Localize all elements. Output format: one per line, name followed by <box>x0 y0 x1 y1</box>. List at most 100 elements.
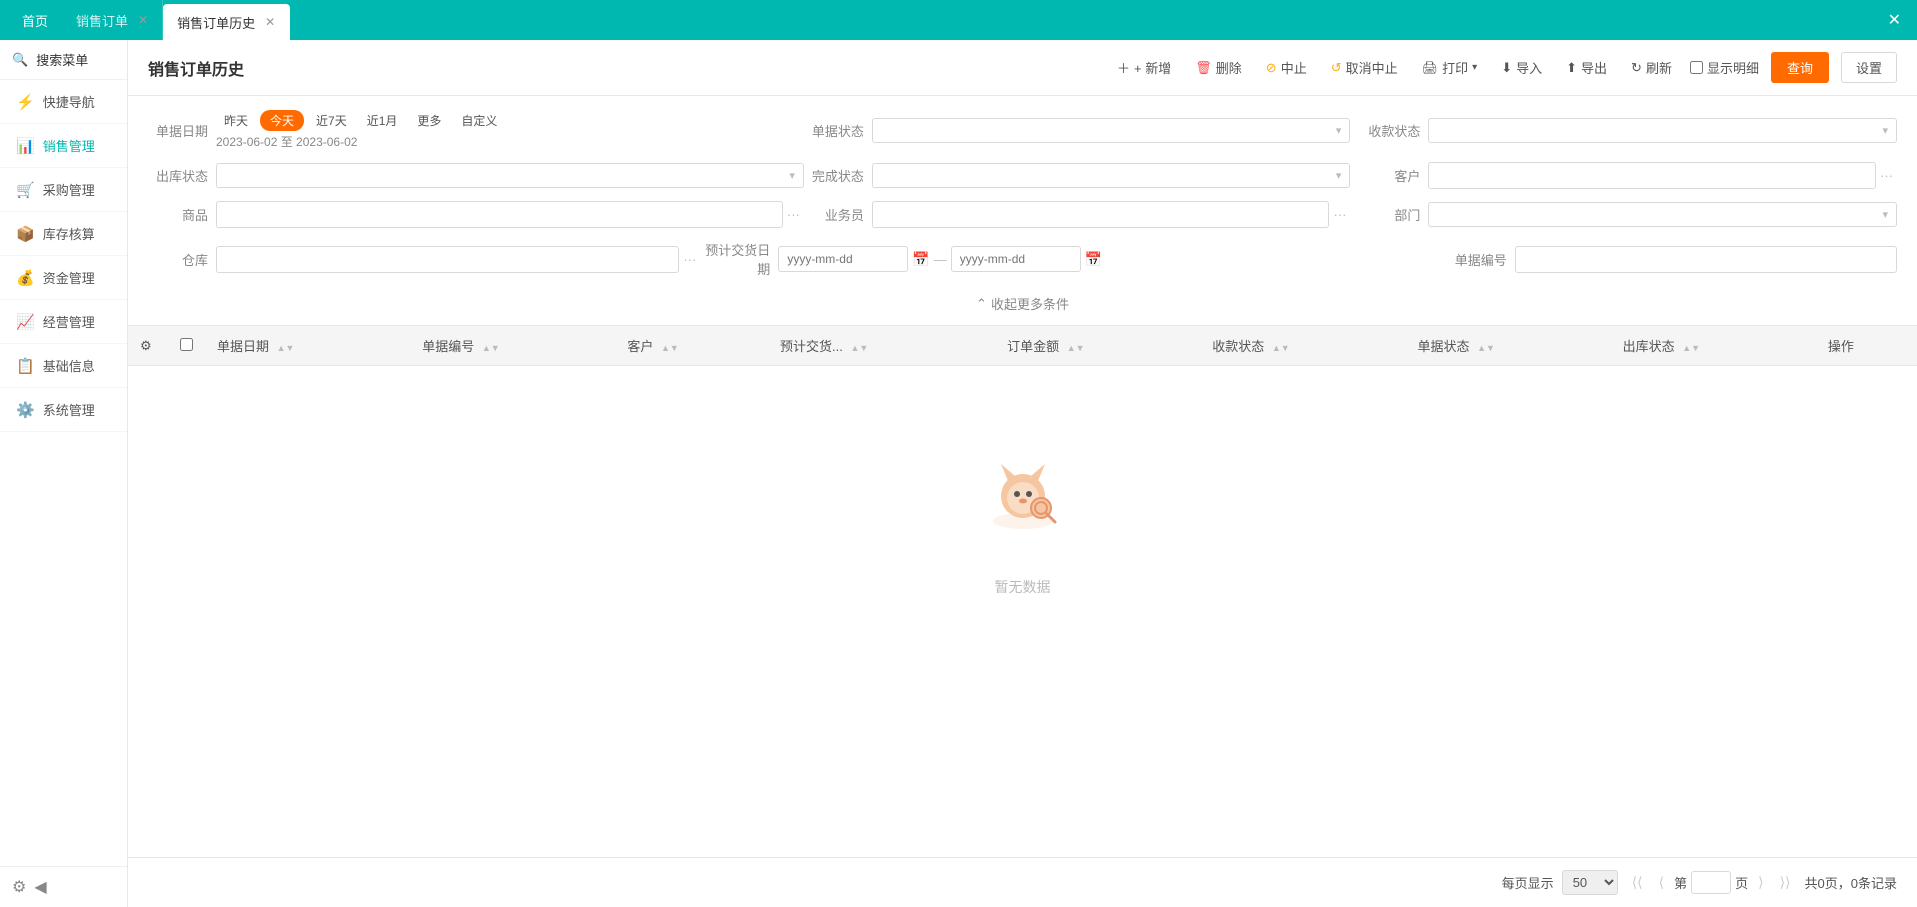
date-btn-more[interactable]: 更多 <box>409 110 449 131</box>
sidebar-item-purchase-mgmt[interactable]: 🛒 采购管理 <box>0 168 127 212</box>
payment-status-select[interactable]: ▾ <box>1428 118 1897 143</box>
goods-label: 商品 <box>148 205 208 224</box>
tab-sales-order-history[interactable]: 销售订单历史 ✕ <box>163 4 290 40</box>
date-btn-yesterday[interactable]: 昨天 <box>216 110 256 131</box>
per-page-select[interactable]: 50 10 20 100 <box>1562 870 1618 895</box>
sidebar-settings-icon[interactable]: ⚙ <box>12 877 26 897</box>
cancel-stop-button[interactable]: ↺ 取消中止 <box>1325 54 1404 81</box>
col-payment-status: 收款状态 ▲▼ <box>1200 326 1405 366</box>
col-order-amount-sort[interactable]: ▲▼ <box>1067 343 1085 353</box>
first-page-button[interactable]: ⟨⟨ <box>1626 872 1649 893</box>
doc-number-input[interactable] <box>1515 246 1897 273</box>
refresh-button[interactable]: ↻ 刷新 <box>1625 54 1678 81</box>
sidebar-item-operations[interactable]: 📈 经营管理 <box>0 300 127 344</box>
customer-input[interactable] <box>1428 162 1876 189</box>
department-select[interactable]: ▾ <box>1428 202 1897 227</box>
warehouse-status-select[interactable]: ▾ <box>216 163 804 188</box>
doc-date-label: 单据日期 <box>148 121 208 140</box>
import-icon: ⬇ <box>1501 60 1512 76</box>
sidebar-item-inventory[interactable]: 📦 库存核算 <box>0 212 127 256</box>
sidebar-bottom: ⚙ ◀ <box>0 866 127 907</box>
warehouse-dots[interactable]: ··· <box>679 252 700 267</box>
col-doc-status-sort[interactable]: ▲▼ <box>1477 343 1495 353</box>
main-layout: 🔍 搜索菜单 ⚡ 快捷导航 📊 销售管理 🛒 采购管理 📦 库存核算 💰 资金管… <box>0 40 1917 907</box>
select-all-checkbox[interactable] <box>180 338 193 351</box>
print-button[interactable]: 🖨 打印 ▾ <box>1416 54 1484 81</box>
delete-button[interactable]: 🗑 删除 <box>1189 54 1248 81</box>
col-payment-status-sort[interactable]: ▲▼ <box>1272 343 1290 353</box>
date-btn-custom[interactable]: 自定义 <box>453 110 505 131</box>
sidebar-item-inventory-label: 库存核算 <box>43 224 95 243</box>
page-header: 销售订单历史 ＋ + 新增 🗑 删除 ⊘ 中止 ↺ 取消中止 <box>128 40 1917 96</box>
col-warehouse-status-sort[interactable]: ▲▼ <box>1682 343 1700 353</box>
calendar-from-icon[interactable]: 📅 <box>912 251 929 268</box>
sidebar-item-basic-info[interactable]: 📋 基础信息 <box>0 344 127 388</box>
page-number-input[interactable]: 1 <box>1691 871 1731 894</box>
calendar-to-icon[interactable]: 📅 <box>1085 251 1102 268</box>
filter-row-4: 仓库 ··· 预计交货日期 📅 — 📅 <box>148 240 1897 278</box>
col-warehouse-status-label: 出库状态 <box>1623 339 1675 354</box>
expected-delivery-from[interactable] <box>778 246 908 272</box>
salesperson-input[interactable] <box>872 201 1330 228</box>
sidebar-item-quick-nav-label: 快捷导航 <box>43 92 95 111</box>
sidebar-item-sys-mgmt[interactable]: ⚙️ 系统管理 <box>0 388 127 432</box>
tab-sales-order-history-label: 销售订单历史 <box>177 13 255 32</box>
table-area: ⚙ 单据日期 ▲▼ 单据编号 ▲▼ 客户 ▲▼ <box>128 326 1917 857</box>
date-btn-1month[interactable]: 近1月 <box>359 110 406 131</box>
col-doc-date-sort[interactable]: ▲▼ <box>277 343 295 353</box>
date-btn-today[interactable]: 今天 <box>260 110 304 131</box>
tab-sales-order-history-close[interactable]: ✕ <box>265 15 275 29</box>
display-details-checkbox[interactable]: 显示明细 <box>1690 58 1759 77</box>
tab-sales-order[interactable]: 销售订单 ✕ <box>62 0 163 40</box>
tab-home[interactable]: 首页 <box>8 0 62 40</box>
filter-doc-date: 单据日期 昨天 今天 近7天 近1月 更多 自定义 2023-06-02 <box>148 110 804 150</box>
stop-icon: ⊘ <box>1266 60 1277 76</box>
col-warehouse-status: 出库状态 ▲▼ <box>1611 326 1816 366</box>
col-operation: 操作 <box>1816 326 1917 366</box>
col-expected-delivery: 预计交货... ▲▼ <box>768 326 995 366</box>
settings-button[interactable]: 设置 <box>1841 52 1897 83</box>
goods-dots[interactable]: ··· <box>783 207 804 222</box>
col-expected-delivery-sort[interactable]: ▲▼ <box>850 343 868 353</box>
query-button[interactable]: 查询 <box>1771 52 1829 83</box>
window-close-button[interactable]: ✕ <box>1880 6 1909 34</box>
sidebar-item-finance[interactable]: 💰 资金管理 <box>0 256 127 300</box>
payment-status-control: ▾ <box>1428 118 1897 143</box>
collapse-bar[interactable]: ⌃ 收起更多条件 <box>148 290 1897 317</box>
complete-status-select[interactable]: ▾ <box>872 163 1351 188</box>
sidebar-item-sales-mgmt[interactable]: 📊 销售管理 <box>0 124 127 168</box>
export-label: 导出 <box>1581 58 1607 77</box>
warehouse-input[interactable] <box>216 246 679 273</box>
display-details-label: 显示明细 <box>1707 58 1759 77</box>
main-content: 销售订单历史 ＋ + 新增 🗑 删除 ⊘ 中止 ↺ 取消中止 <box>128 40 1917 907</box>
date-btn-7days[interactable]: 近7天 <box>308 110 355 131</box>
export-button[interactable]: ⬆ 导出 <box>1560 54 1613 81</box>
tab-sales-order-close[interactable]: ✕ <box>138 13 148 27</box>
stop-button[interactable]: ⊘ 中止 <box>1260 54 1313 81</box>
col-settings[interactable]: ⚙ <box>128 326 168 366</box>
complete-status-arrow-icon: ▾ <box>1336 169 1342 182</box>
department-label: 部门 <box>1350 205 1420 224</box>
doc-status-select[interactable]: ▾ <box>872 118 1351 143</box>
sidebar-item-quick-nav[interactable]: ⚡ 快捷导航 <box>0 80 127 124</box>
col-doc-number-sort[interactable]: ▲▼ <box>482 343 500 353</box>
next-page-button[interactable]: ⟩ <box>1752 872 1769 893</box>
warehouse-status-label: 出库状态 <box>148 166 208 185</box>
prev-page-button[interactable]: ⟨ <box>1653 872 1670 893</box>
expected-delivery-to[interactable] <box>951 246 1081 272</box>
last-page-button[interactable]: ⟩⟩ <box>1774 872 1797 893</box>
goods-input[interactable] <box>216 201 783 228</box>
filter-row-1: 单据日期 昨天 今天 近7天 近1月 更多 自定义 2023-06-02 <box>148 110 1897 150</box>
warehouse-control: ··· <box>216 246 700 273</box>
col-customer-sort[interactable]: ▲▼ <box>661 343 679 353</box>
import-button[interactable]: ⬇ 导入 <box>1495 54 1548 81</box>
sidebar-search[interactable]: 🔍 搜索菜单 <box>0 40 127 80</box>
new-button[interactable]: ＋ + 新增 <box>1111 54 1177 81</box>
display-details-input[interactable] <box>1690 61 1703 74</box>
customer-dots[interactable]: ··· <box>1876 168 1897 183</box>
sidebar: 🔍 搜索菜单 ⚡ 快捷导航 📊 销售管理 🛒 采购管理 📦 库存核算 💰 资金管… <box>0 40 128 907</box>
col-check[interactable] <box>168 326 205 366</box>
filter-warehouse: 仓库 ··· <box>148 246 700 273</box>
salesperson-dots[interactable]: ··· <box>1329 207 1350 222</box>
sidebar-collapse-icon[interactable]: ◀ <box>34 877 46 897</box>
